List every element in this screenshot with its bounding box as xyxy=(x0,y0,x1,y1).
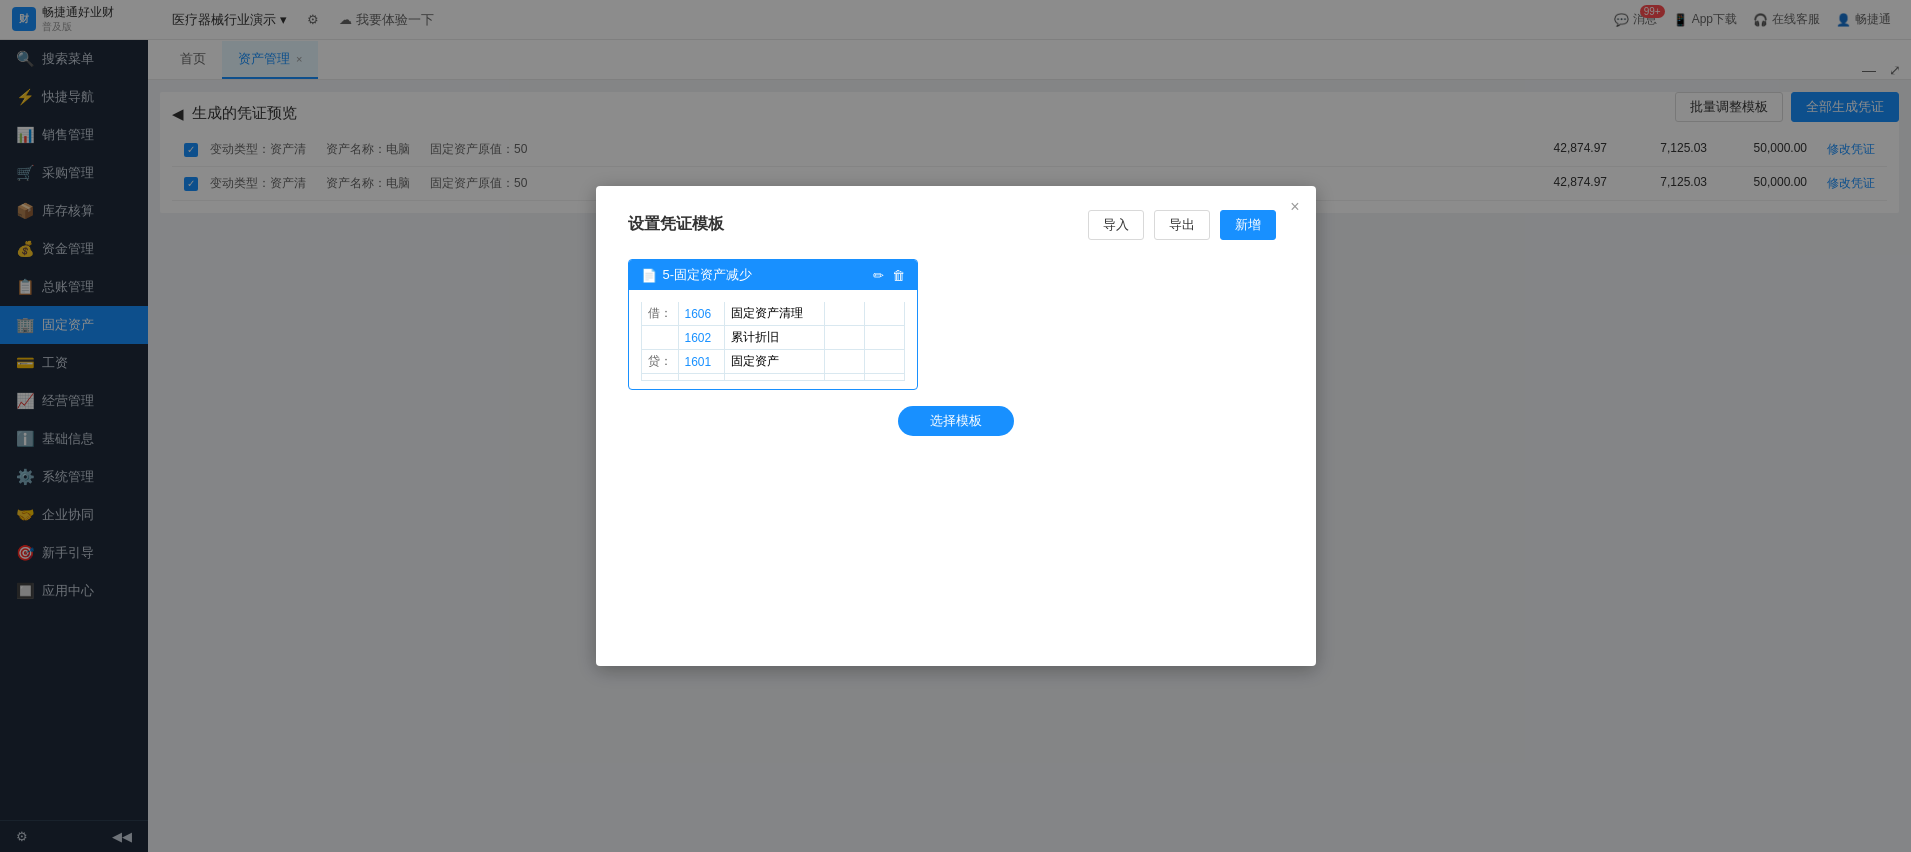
import-button[interactable]: 导入 xyxy=(1088,210,1144,240)
template-card-body: 借： 1606 固定资产清理 1602 累计折旧 xyxy=(629,290,917,389)
select-template-button[interactable]: 选择模板 xyxy=(898,406,1014,436)
export-button[interactable]: 导出 xyxy=(1154,210,1210,240)
template-card-header: 📄 5-固定资产减少 ✏ 🗑 xyxy=(629,260,917,290)
template-delete-icon[interactable]: 🗑 xyxy=(892,268,905,283)
template-lines-table: 借： 1606 固定资产清理 1602 累计折旧 xyxy=(641,302,905,381)
template-line-row: 借： 1606 固定资产清理 xyxy=(641,302,904,326)
modal-close-button[interactable]: × xyxy=(1290,198,1299,216)
template-name: 5-固定资产减少 xyxy=(663,266,753,284)
template-edit-icon[interactable]: ✏ xyxy=(873,268,884,283)
set-voucher-template-modal: × 设置凭证模板 导入 导出 新增 📄 5-固定资产减少 ✏ 🗑 xyxy=(596,186,1316,666)
template-card: 📄 5-固定资产减少 ✏ 🗑 借： 1606 固定资产清理 xyxy=(628,259,918,390)
modal-overlay: × 设置凭证模板 导入 导出 新增 📄 5-固定资产减少 ✏ 🗑 xyxy=(0,0,1911,852)
modal-toolbar: 导入 导出 新增 xyxy=(1088,210,1276,240)
template-doc-icon: 📄 xyxy=(641,268,657,283)
template-empty-row xyxy=(641,374,904,381)
template-line-row: 1602 累计折旧 xyxy=(641,326,904,350)
template-line-row: 贷： 1601 固定资产 xyxy=(641,350,904,374)
new-template-button[interactable]: 新增 xyxy=(1220,210,1276,240)
